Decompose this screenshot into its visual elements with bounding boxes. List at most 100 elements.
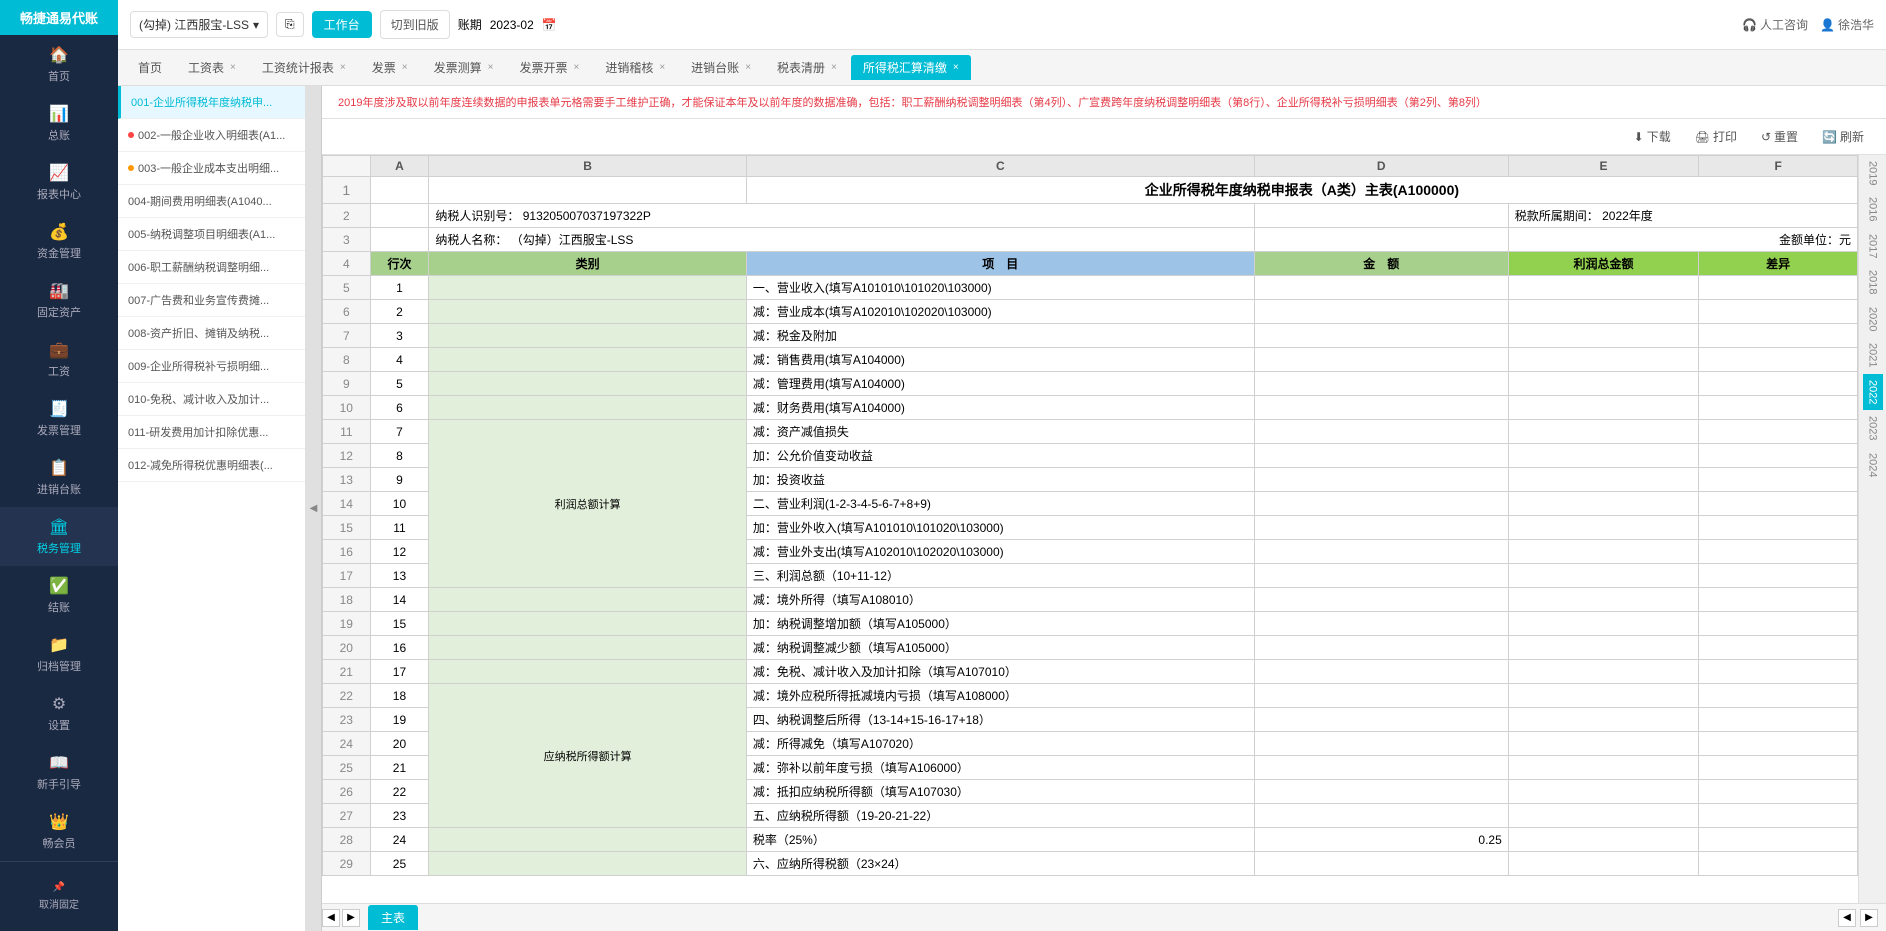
- cell-amount-12[interactable]: [1254, 540, 1508, 564]
- cell-profit-7[interactable]: [1508, 420, 1698, 444]
- sidebar-item-assets[interactable]: 🏭 固定资产: [0, 271, 118, 330]
- cell-profit-14[interactable]: [1508, 588, 1698, 612]
- cell-line-16[interactable]: 16: [370, 636, 429, 660]
- cell-profit-10[interactable]: [1508, 492, 1698, 516]
- switch-version-button[interactable]: 切到旧版: [380, 10, 450, 39]
- cell-amount-8[interactable]: [1254, 444, 1508, 468]
- cell-profit-17[interactable]: [1508, 660, 1698, 684]
- year-2023[interactable]: 2023: [1863, 410, 1883, 446]
- cell-item-5[interactable]: 减：管理费用(填写A104000): [746, 372, 1254, 396]
- sub-menu-item-008[interactable]: 008-资产折旧、摊销及纳税...: [118, 317, 305, 350]
- cell-item-11[interactable]: 加：营业外收入(填写A101010\101020\103000): [746, 516, 1254, 540]
- cell-diff-6[interactable]: [1699, 396, 1858, 420]
- cell-amount-2[interactable]: [1254, 300, 1508, 324]
- cell-amount-17[interactable]: [1254, 660, 1508, 684]
- cell-line-5[interactable]: 5: [370, 372, 429, 396]
- cell-line-23[interactable]: 23: [370, 804, 429, 828]
- cell-profit-1[interactable]: [1508, 276, 1698, 300]
- cell-diff-25[interactable]: [1699, 852, 1858, 876]
- cell-line-14[interactable]: 14: [370, 588, 429, 612]
- workbench-button[interactable]: 工作台: [312, 11, 372, 38]
- calendar-icon[interactable]: 📅: [542, 18, 557, 32]
- cell-amount-6[interactable]: [1254, 396, 1508, 420]
- cell-cat-3[interactable]: [429, 324, 746, 348]
- cell-item-22[interactable]: 减：抵扣应纳税所得额（填写A107030）: [746, 780, 1254, 804]
- cell-profit-15[interactable]: [1508, 612, 1698, 636]
- sub-menu-item-005[interactable]: 005-纳税调整项目明细表(A1...: [118, 218, 305, 251]
- cell-profit-22[interactable]: [1508, 780, 1698, 804]
- year-2016[interactable]: 2016: [1863, 191, 1883, 227]
- cell-profit-23[interactable]: [1508, 804, 1698, 828]
- cell-item-7[interactable]: 减：资产减值损失: [746, 420, 1254, 444]
- sidebar-item-report[interactable]: 📈 报表中心: [0, 153, 118, 212]
- tab-salary-close[interactable]: ×: [230, 62, 236, 73]
- cell-diff-1[interactable]: [1699, 276, 1858, 300]
- sidebar-item-ledger[interactable]: 📊 总账: [0, 94, 118, 153]
- cell-diff-23[interactable]: [1699, 804, 1858, 828]
- cell-diff-22[interactable]: [1699, 780, 1858, 804]
- cell-cat-1[interactable]: [429, 276, 746, 300]
- sidebar-item-settings[interactable]: ⚙ 设置: [0, 684, 118, 743]
- cell-cat-5[interactable]: [429, 372, 746, 396]
- cell-cat-16[interactable]: [429, 636, 746, 660]
- refresh-button[interactable]: 🔄 刷新: [1816, 125, 1870, 148]
- cell-item-23[interactable]: 五、应纳税所得额（19-20-21-22）: [746, 804, 1254, 828]
- tab-invoice-calc-close[interactable]: ×: [488, 62, 494, 73]
- sidebar-item-home[interactable]: 🏠 首页: [0, 35, 118, 94]
- cell-item-4[interactable]: 减：销售费用(填写A104000): [746, 348, 1254, 372]
- year-2020[interactable]: 2020: [1863, 301, 1883, 337]
- cell-cat-6[interactable]: [429, 396, 746, 420]
- year-2022[interactable]: 2022: [1863, 374, 1883, 410]
- cell-amount-18[interactable]: [1254, 684, 1508, 708]
- cell-amount-14[interactable]: [1254, 588, 1508, 612]
- sidebar-item-archive[interactable]: 📁 归档管理: [0, 625, 118, 684]
- cell-line-4[interactable]: 4: [370, 348, 429, 372]
- cell-line-6[interactable]: 6: [370, 396, 429, 420]
- tab-invoice[interactable]: 发票 ×: [360, 55, 420, 80]
- cell-amount-25[interactable]: [1254, 852, 1508, 876]
- cell-item-1[interactable]: 一、营业收入(填写A101010\101020\103000): [746, 276, 1254, 300]
- cell-diff-15[interactable]: [1699, 612, 1858, 636]
- company-selector[interactable]: (勾掉) 江西服宝-LSS ▾: [130, 11, 268, 38]
- cell-diff-14[interactable]: [1699, 588, 1858, 612]
- tab-invoice-close[interactable]: ×: [402, 62, 408, 73]
- cell-line-21[interactable]: 21: [370, 756, 429, 780]
- cell-d2[interactable]: [1254, 204, 1508, 228]
- cell-line-17[interactable]: 17: [370, 660, 429, 684]
- cell-cat-2[interactable]: [429, 300, 746, 324]
- cell-line-20[interactable]: 20: [370, 732, 429, 756]
- cell-line-13[interactable]: 13: [370, 564, 429, 588]
- year-2019[interactable]: 2019: [1863, 155, 1883, 191]
- cell-line-1[interactable]: 1: [370, 276, 429, 300]
- cell-cat-25[interactable]: [429, 852, 746, 876]
- cell-amount-21[interactable]: [1254, 756, 1508, 780]
- cell-cat-4[interactable]: [429, 348, 746, 372]
- cell-amount-23[interactable]: [1254, 804, 1508, 828]
- cell-profit-18[interactable]: [1508, 684, 1698, 708]
- cell-line-22[interactable]: 22: [370, 780, 429, 804]
- cell-diff-10[interactable]: [1699, 492, 1858, 516]
- cell-line-7[interactable]: 7: [370, 420, 429, 444]
- cell-amount-20[interactable]: [1254, 732, 1508, 756]
- sub-menu-item-007[interactable]: 007-广告费和业务宣传费摊...: [118, 284, 305, 317]
- cell-profit-2[interactable]: [1508, 300, 1698, 324]
- cell-amount-5[interactable]: [1254, 372, 1508, 396]
- cell-cat-17[interactable]: [429, 660, 746, 684]
- cell-profit-19[interactable]: [1508, 708, 1698, 732]
- cell-item-18[interactable]: 减：境外应税所得抵减境内亏损（填写A108000）: [746, 684, 1254, 708]
- cell-line-24[interactable]: 24: [370, 828, 429, 852]
- tab-salary-stat[interactable]: 工资统计报表 ×: [250, 55, 358, 80]
- user-profile[interactable]: 👤 徐浩华: [1820, 16, 1874, 33]
- cell-diff-21[interactable]: [1699, 756, 1858, 780]
- cell-amount-4[interactable]: [1254, 348, 1508, 372]
- sub-menu-item-011[interactable]: 011-研发费用加计扣除优惠...: [118, 416, 305, 449]
- cell-amount-24[interactable]: 0.25: [1254, 828, 1508, 852]
- cell-diff-2[interactable]: [1699, 300, 1858, 324]
- cell-item-10[interactable]: 二、营业利润(1-2-3-4-5-6-7+8+9): [746, 492, 1254, 516]
- cell-profit-20[interactable]: [1508, 732, 1698, 756]
- cell-profit-11[interactable]: [1508, 516, 1698, 540]
- cell-diff-4[interactable]: [1699, 348, 1858, 372]
- sub-menu-item-001[interactable]: 001-企业所得税年度纳税申...: [118, 86, 305, 119]
- cell-diff-11[interactable]: [1699, 516, 1858, 540]
- cell-line-8[interactable]: 8: [370, 444, 429, 468]
